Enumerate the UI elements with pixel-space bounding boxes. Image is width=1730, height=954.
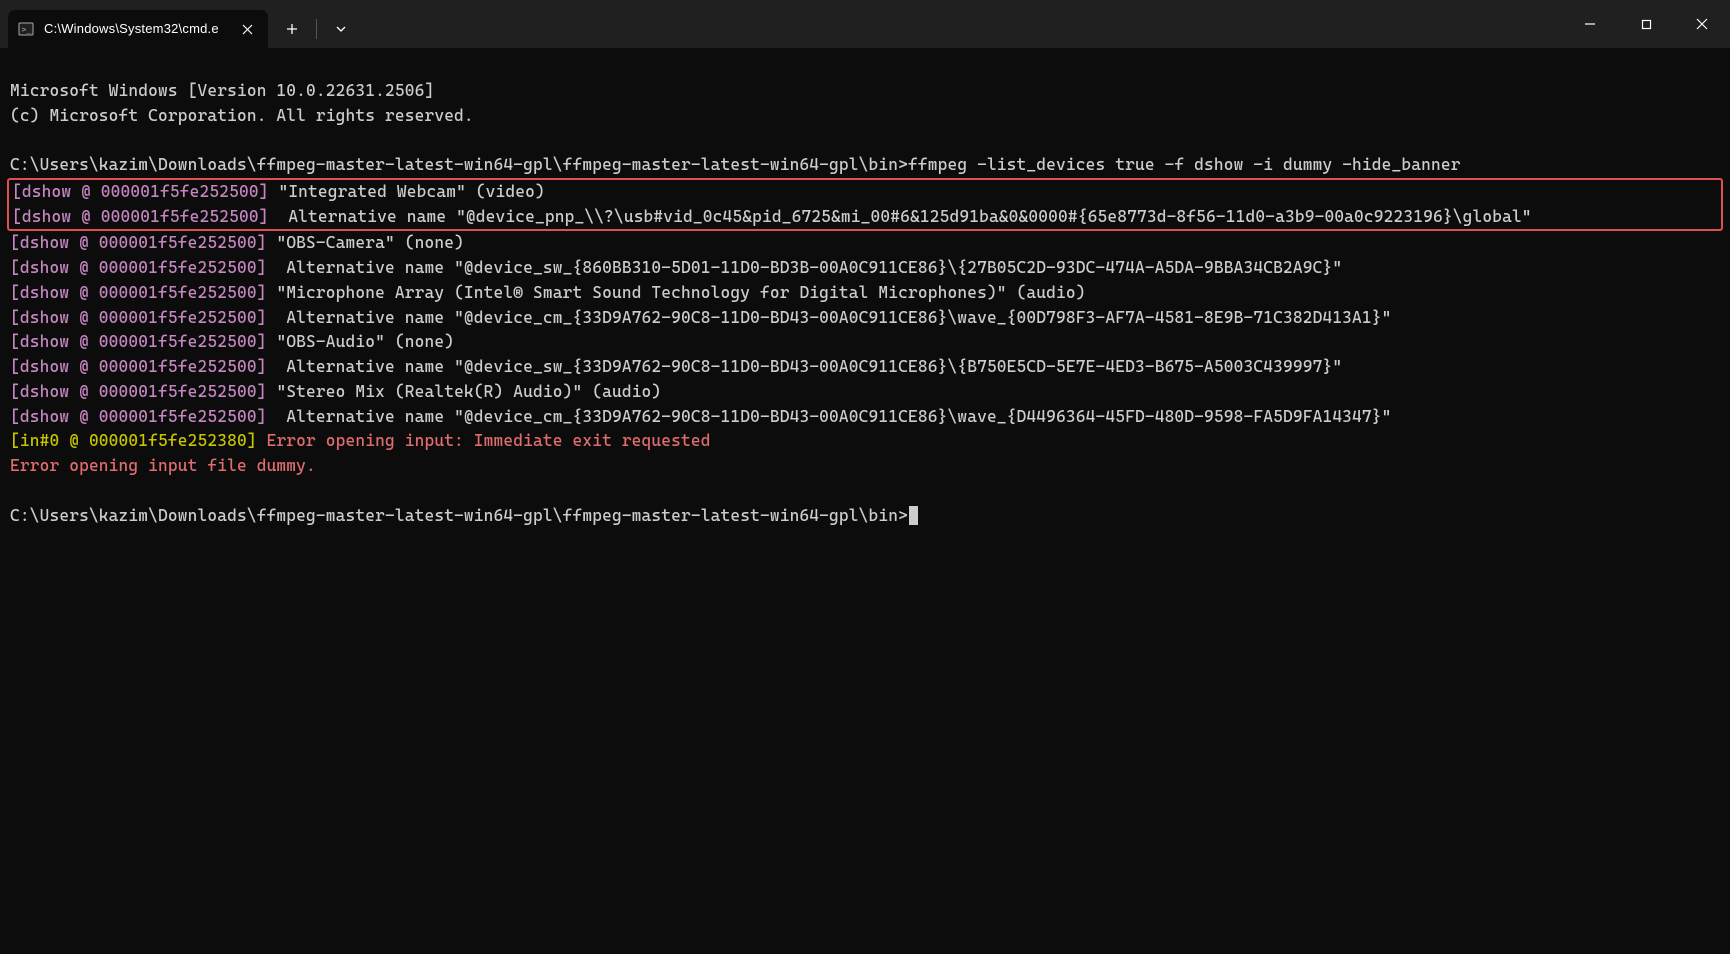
command-1: ffmpeg -list_devices true -f dshow -i du… bbox=[908, 155, 1461, 174]
device-1-name: "Integrated Webcam" (video) bbox=[269, 182, 545, 201]
device-5-altname: Alternative name "@device_cm_{33D9A762-9… bbox=[267, 407, 1392, 426]
cmd-icon: >_ bbox=[18, 21, 34, 37]
tab-actions bbox=[268, 10, 359, 48]
dshow-tag: [dshow @ 000001f5fe252500] bbox=[10, 357, 267, 376]
error-1: Error opening input: Immediate exit requ… bbox=[257, 431, 711, 450]
new-tab-button[interactable] bbox=[274, 14, 310, 44]
tab-dropdown-button[interactable] bbox=[323, 14, 359, 44]
dshow-tag: [dshow @ 000001f5fe252500] bbox=[10, 258, 267, 277]
device-1-altname: Alternative name "@device_pnp_\\?\usb#vi… bbox=[269, 207, 1532, 226]
in0-tag: [in#0 @ 000001f5fe252380] bbox=[10, 431, 257, 450]
dshow-tag: [dshow @ 000001f5fe252500] bbox=[12, 182, 269, 201]
device-4-name: "OBS-Audio" (none) bbox=[267, 332, 455, 351]
minimize-button[interactable] bbox=[1562, 4, 1618, 44]
tab-title: C:\Windows\System32\cmd.e bbox=[44, 19, 228, 39]
dshow-tag: [dshow @ 000001f5fe252500] bbox=[10, 382, 267, 401]
window-controls bbox=[1562, 4, 1730, 48]
device-3-name: "Microphone Array (Intel® Smart Sound Te… bbox=[267, 283, 1086, 302]
terminal-output[interactable]: Microsoft Windows [Version 10.0.22631.25… bbox=[0, 48, 1730, 534]
device-2-name: "OBS-Camera" (none) bbox=[267, 233, 464, 252]
dshow-tag: [dshow @ 000001f5fe252500] bbox=[10, 332, 267, 351]
tab-close-button[interactable] bbox=[238, 20, 256, 38]
highlighted-region: [dshow @ 000001f5fe252500] "Integrated W… bbox=[7, 178, 1723, 232]
prompt-line-2: C:\Users\kazim\Downloads\ffmpeg-master-l… bbox=[10, 506, 918, 525]
prompt-1-path: C:\Users\kazim\Downloads\ffmpeg-master-l… bbox=[10, 155, 908, 174]
device-4-altname: Alternative name "@device_sw_{33D9A762-9… bbox=[267, 357, 1343, 376]
copyright-line: (c) Microsoft Corporation. All rights re… bbox=[10, 106, 474, 125]
prompt-line-1: C:\Users\kazim\Downloads\ffmpeg-master-l… bbox=[10, 155, 1461, 174]
close-button[interactable] bbox=[1674, 4, 1730, 44]
device-3-altname: Alternative name "@device_cm_{33D9A762-9… bbox=[267, 308, 1392, 327]
titlebar: >_ C:\Windows\System32\cmd.e bbox=[0, 0, 1730, 48]
cursor bbox=[909, 506, 918, 525]
version-line: Microsoft Windows [Version 10.0.22631.25… bbox=[10, 81, 434, 100]
svg-text:>_: >_ bbox=[22, 25, 32, 34]
prompt-2-path: C:\Users\kazim\Downloads\ffmpeg-master-l… bbox=[10, 506, 908, 525]
device-2-altname: Alternative name "@device_sw_{860BB310-5… bbox=[267, 258, 1343, 277]
dshow-tag: [dshow @ 000001f5fe252500] bbox=[10, 308, 267, 327]
dshow-tag: [dshow @ 000001f5fe252500] bbox=[12, 207, 269, 226]
dshow-tag: [dshow @ 000001f5fe252500] bbox=[10, 233, 267, 252]
error-2: Error opening input file dummy. bbox=[10, 456, 316, 475]
dshow-tag: [dshow @ 000001f5fe252500] bbox=[10, 283, 267, 302]
maximize-button[interactable] bbox=[1618, 4, 1674, 44]
titlebar-divider bbox=[316, 19, 317, 39]
dshow-tag: [dshow @ 000001f5fe252500] bbox=[10, 407, 267, 426]
active-tab[interactable]: >_ C:\Windows\System32\cmd.e bbox=[8, 10, 268, 48]
device-5-name: "Stereo Mix (Realtek(R) Audio)" (audio) bbox=[267, 382, 662, 401]
